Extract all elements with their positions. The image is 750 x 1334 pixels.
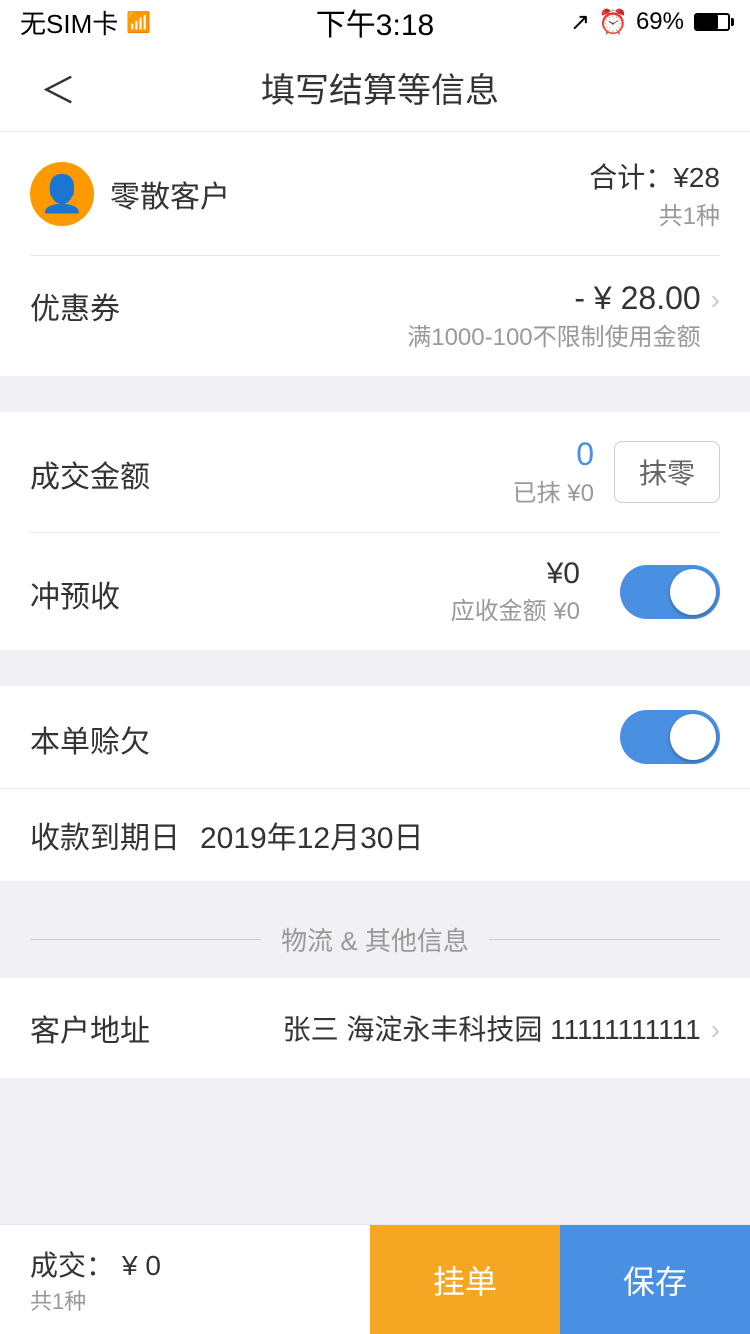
location-icon: ↗ <box>570 8 590 37</box>
logistics-divider <box>0 881 750 901</box>
debt-toggle-thumb <box>670 714 716 760</box>
battery-icon <box>694 13 730 31</box>
coupon-amount: - ¥ 28.00 满1000-100不限制使用金额 <box>407 280 700 352</box>
deal-amount-right: 0 已抹 ¥0 抹零 <box>513 436 720 508</box>
deal-amount-value[interactable]: 0 <box>576 436 594 472</box>
address-value: 张三 海淀永丰科技园 11111111111 <box>150 1008 701 1048</box>
toggle-track[interactable] <box>620 565 720 619</box>
avatar: 👤 <box>30 162 94 226</box>
prereceive-label: 冲预收 <box>30 568 150 616</box>
coupon-desc: 满1000-100不限制使用金额 <box>407 317 700 352</box>
section-gap-1 <box>0 392 750 412</box>
bottom-bar: 成交： ¥ 0 共1种 挂单 保存 <box>0 1224 750 1334</box>
debt-row: 本单赊欠 <box>0 686 750 788</box>
debt-section: 本单赊欠 收款到期日 2019年12月30日 <box>0 686 750 881</box>
bottom-deal-value: ¥ 0 <box>122 1250 161 1282</box>
customer-card: 👤 零散客户 合计：¥28 共1种 优惠券 - ¥ 28.00 满1000-10… <box>0 132 750 376</box>
avatar-icon: 👤 <box>40 173 85 215</box>
prereceive-sub: 应收金额 ¥0 <box>451 591 580 626</box>
hold-button[interactable]: 挂单 <box>370 1225 560 1334</box>
amount-section: 成交金额 0 已抹 ¥0 抹零 冲预收 ¥0 应收金额 ¥0 <box>0 412 750 650</box>
customer-name: 零散客户 <box>110 172 230 216</box>
section-gap-2 <box>0 650 750 670</box>
bottom-deal-label: 成交： <box>30 1244 114 1284</box>
back-button[interactable]: ＜ <box>30 52 86 124</box>
bottom-deal-row: 成交： ¥ 0 <box>30 1244 340 1284</box>
status-left: 无SIM卡 📶 <box>20 4 151 41</box>
main-content: 👤 零散客户 合计：¥28 共1种 优惠券 - ¥ 28.00 满1000-10… <box>0 132 750 1214</box>
address-section: 客户地址 张三 海淀永丰科技园 11111111111 › <box>0 978 750 1078</box>
address-label: 客户地址 <box>30 1006 150 1050</box>
total-count: 共1种 <box>589 196 720 231</box>
customer-left: 👤 零散客户 <box>30 162 230 226</box>
status-right: ↗ ⏰ 69% <box>570 8 730 37</box>
logistics-line-left <box>30 939 261 940</box>
date-value[interactable]: 2019年12月30日 <box>200 813 423 857</box>
sim-text: 无SIM卡 <box>20 4 118 41</box>
debt-date-row: 收款到期日 2019年12月30日 <box>0 788 750 881</box>
chevron-right-icon: › <box>711 284 720 316</box>
prereceive-row: 冲预收 ¥0 应收金额 ¥0 <box>0 533 750 650</box>
logistics-line-right <box>489 939 720 940</box>
debt-toggle[interactable] <box>620 710 720 764</box>
status-bar: 无SIM卡 📶 下午3:18 ↗ ⏰ 69% <box>0 0 750 44</box>
deal-amount-row: 成交金额 0 已抹 ¥0 抹零 <box>0 412 750 532</box>
address-row[interactable]: 客户地址 张三 海淀永丰科技园 11111111111 › <box>0 978 750 1078</box>
bottom-info: 成交： ¥ 0 共1种 <box>0 1225 370 1334</box>
bottom-count: 共1种 <box>30 1284 340 1316</box>
prereceive-info: ¥0 应收金额 ¥0 <box>451 557 580 626</box>
coupon-value: - ¥ 28.00 <box>407 280 700 317</box>
logistics-title: 物流 & 其他信息 <box>281 921 469 958</box>
amount-info: 0 已抹 ¥0 <box>513 436 594 508</box>
deal-amount-sub: 已抹 ¥0 <box>513 473 594 508</box>
prereceive-toggle[interactable] <box>620 565 720 619</box>
coupon-label: 优惠券 <box>30 280 150 328</box>
deal-amount-label: 成交金额 <box>30 448 150 496</box>
wifi-icon: 📶 <box>126 10 151 35</box>
save-button[interactable]: 保存 <box>560 1225 750 1334</box>
status-time: 下午3:18 <box>316 0 434 44</box>
date-label: 收款到期日 <box>30 813 180 857</box>
debt-label: 本单赊欠 <box>30 713 150 761</box>
logistics-header: 物流 & 其他信息 <box>0 901 750 978</box>
coupon-right: - ¥ 28.00 满1000-100不限制使用金额 › <box>150 280 720 352</box>
round-off-button[interactable]: 抹零 <box>614 441 720 503</box>
alarm-icon: ⏰ <box>598 8 628 37</box>
prereceive-value: ¥0 <box>451 557 580 591</box>
toggle-thumb <box>670 569 716 615</box>
customer-row: 👤 零散客户 合计：¥28 共1种 <box>0 132 750 255</box>
battery-percent: 69% <box>636 8 684 36</box>
total-label: 合计：¥28 <box>589 156 720 196</box>
debt-toggle-track[interactable] <box>620 710 720 764</box>
address-chevron-icon: › <box>711 1014 720 1046</box>
nav-bar: ＜ 填写结算等信息 <box>0 44 750 132</box>
customer-right: 合计：¥28 共1种 <box>589 156 720 231</box>
page-title: 填写结算等信息 <box>86 63 674 112</box>
coupon-row[interactable]: 优惠券 - ¥ 28.00 满1000-100不限制使用金额 › <box>0 256 750 376</box>
